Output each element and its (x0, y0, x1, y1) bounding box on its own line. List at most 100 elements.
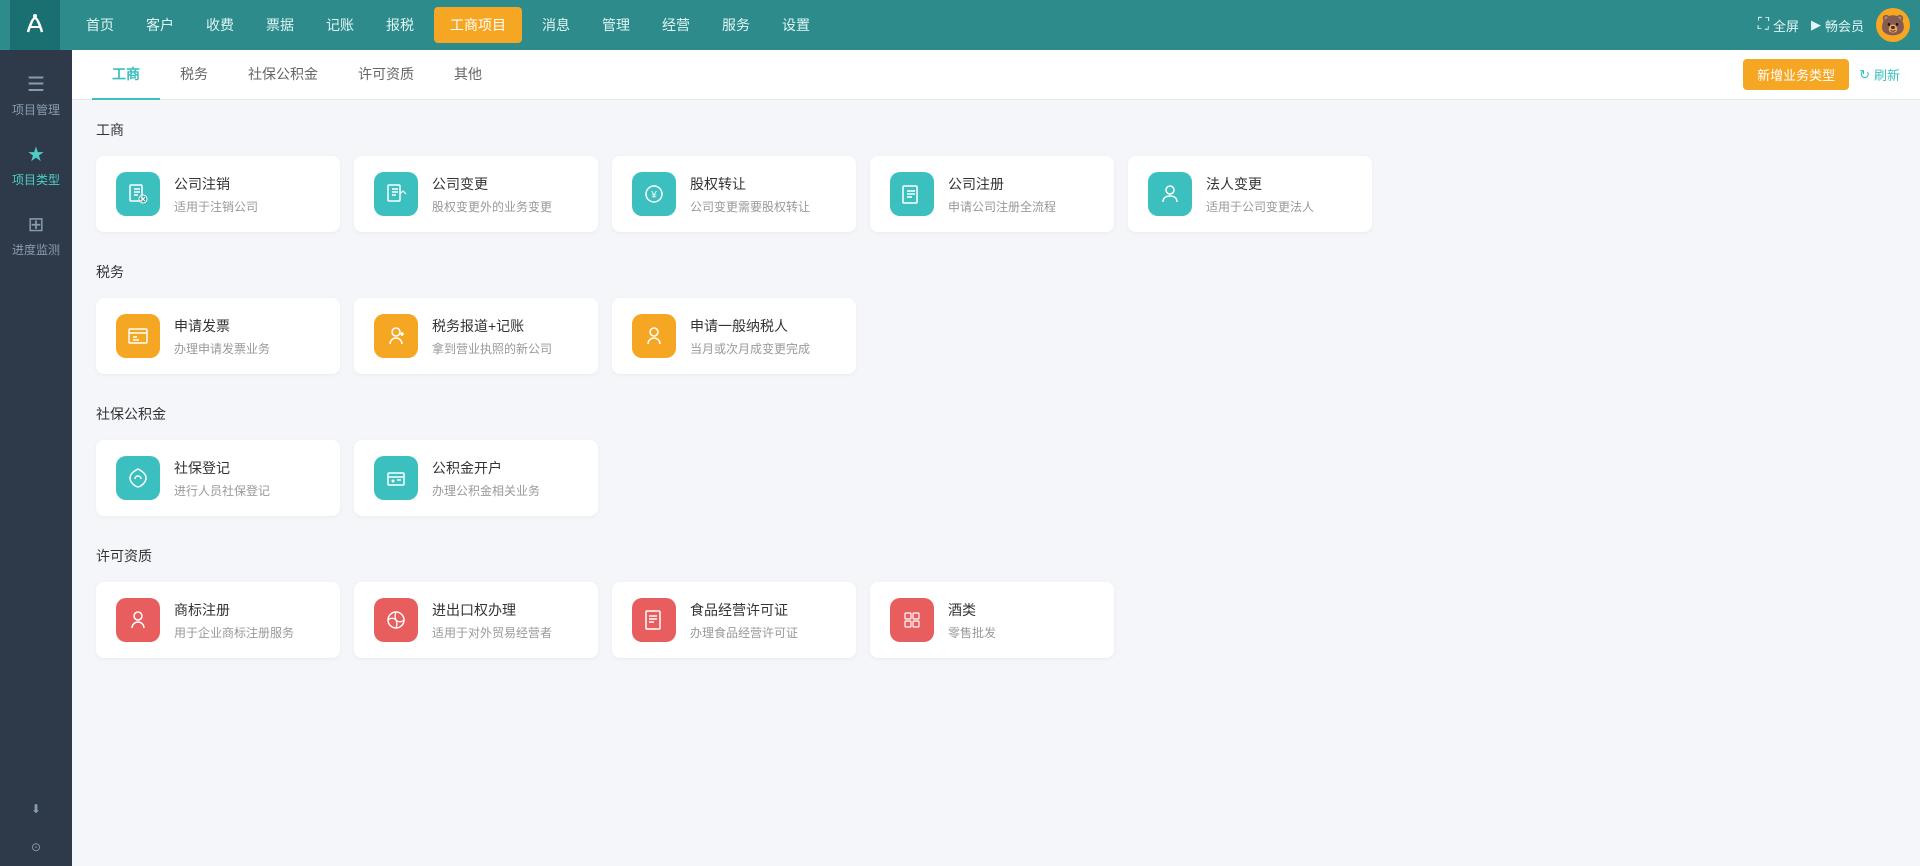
fullscreen-label: 全屏 (1773, 16, 1799, 35)
nav-settings[interactable]: 设置 (766, 0, 826, 50)
card-trademark[interactable]: 商标注册 用于企业商标注册服务 (96, 582, 340, 658)
nav-operation[interactable]: 经营 (646, 0, 706, 50)
card-icon-company-cancel (116, 172, 160, 216)
nav-home[interactable]: 首页 (70, 0, 130, 50)
card-title-alcohol: 酒类 (948, 600, 996, 620)
refresh-icon: ↻ (1859, 67, 1870, 83)
card-text-import-export: 进出口权办理 适用于对外贸易经营者 (432, 600, 552, 641)
card-icon-company-register (890, 172, 934, 216)
card-title-trademark: 商标注册 (174, 600, 294, 620)
refresh-button[interactable]: ↻ 刷新 (1859, 65, 1900, 84)
card-text-trademark: 商标注册 用于企业商标注册服务 (174, 600, 294, 641)
card-title-food-license: 食品经营许可证 (690, 600, 798, 620)
nav-industrial[interactable]: 工商项目 (434, 7, 522, 43)
nav-invoice[interactable]: 票据 (250, 0, 310, 50)
card-title-provident-fund: 公积金开户 (432, 458, 540, 478)
card-text-legal-change: 法人变更 适用于公司变更法人 (1206, 174, 1314, 215)
vip-button[interactable]: ▶ 畅会员 (1811, 16, 1864, 35)
card-provident-fund[interactable]: 公积金开户 办理公积金相关业务 (354, 440, 598, 516)
card-desc-alcohol: 零售批发 (948, 624, 996, 641)
card-import-export[interactable]: 进出口权办理 适用于对外贸易经营者 (354, 582, 598, 658)
card-legal-change[interactable]: 法人变更 适用于公司变更法人 (1128, 156, 1372, 232)
card-desc-tax-accounting: 拿到营业执照的新公司 (432, 340, 552, 357)
card-text-alcohol: 酒类 零售批发 (948, 600, 996, 641)
tab-industrial[interactable]: 工商 (92, 50, 160, 100)
nav-menu: 首页 客户 收费 票据 记账 报税 工商项目 消息 管理 经营 服务 设置 (70, 0, 1758, 50)
fullscreen-icon: ⛶ (1758, 16, 1769, 34)
card-icon-import-export (374, 598, 418, 642)
avatar[interactable]: 🐻 (1876, 8, 1910, 42)
card-company-cancel[interactable]: 公司注销 适用于注销公司 (96, 156, 340, 232)
card-desc-equity-transfer: 公司变更需要股权转让 (690, 198, 810, 215)
sidebar: ☰ 项目管理 ★ 项目类型 ⊞ 进度监测 ⬇ ⊙ (0, 50, 72, 866)
card-title-company-cancel: 公司注销 (174, 174, 258, 194)
card-text-company-change: 公司变更 股权变更外的业务变更 (432, 174, 552, 215)
section-title-social: 社保公积金 (96, 404, 1896, 424)
card-title-social-register: 社保登记 (174, 458, 270, 478)
add-type-button[interactable]: 新增业务类型 (1743, 59, 1849, 90)
card-general-taxpayer[interactable]: 申请一般纳税人 当月或次月成变更完成 (612, 298, 856, 374)
sidebar-location[interactable]: ⊙ (0, 828, 72, 866)
tab-social-security[interactable]: 社保公积金 (228, 50, 338, 100)
card-text-tax-accounting: 税务报道+记账 拿到营业执照的新公司 (432, 316, 552, 357)
card-equity-transfer[interactable]: ¥ 股权转让 公司变更需要股权转让 (612, 156, 856, 232)
card-text-equity-transfer: 股权转让 公司变更需要股权转让 (690, 174, 810, 215)
card-desc-company-change: 股权变更外的业务变更 (432, 198, 552, 215)
scroll-content: 工商 公司注销 适用于注销公司 (72, 100, 1920, 866)
sidebar-label-project-management: 项目管理 (12, 101, 60, 118)
sidebar-download[interactable]: ⬇ (0, 790, 72, 828)
card-icon-food-license (632, 598, 676, 642)
card-desc-company-register: 申请公司注册全流程 (948, 198, 1056, 215)
card-food-license[interactable]: 食品经营许可证 办理食品经营许可证 (612, 582, 856, 658)
nav-tax[interactable]: 报税 (370, 0, 430, 50)
nav-customer[interactable]: 客户 (130, 0, 190, 50)
nav-message[interactable]: 消息 (526, 0, 586, 50)
list-icon: ☰ (27, 72, 45, 97)
card-desc-import-export: 适用于对外贸易经营者 (432, 624, 552, 641)
main-layout: ☰ 项目管理 ★ 项目类型 ⊞ 进度监测 ⬇ ⊙ 工商 税务 社保公积金 许可资… (0, 50, 1920, 866)
sidebar-item-progress[interactable]: ⊞ 进度监测 (0, 200, 72, 270)
tab-tax[interactable]: 税务 (160, 50, 228, 100)
card-text-general-taxpayer: 申请一般纳税人 当月或次月成变更完成 (690, 316, 810, 357)
card-desc-provident-fund: 办理公积金相关业务 (432, 482, 540, 499)
sidebar-item-project-management[interactable]: ☰ 项目管理 (0, 60, 72, 130)
app-logo (10, 0, 60, 50)
star-icon: ★ (27, 142, 45, 167)
card-company-change[interactable]: 公司变更 股权变更外的业务变更 (354, 156, 598, 232)
card-desc-social-register: 进行人员社保登记 (174, 482, 270, 499)
card-alcohol[interactable]: 酒类 零售批发 (870, 582, 1114, 658)
nav-service[interactable]: 服务 (706, 0, 766, 50)
card-title-general-taxpayer: 申请一般纳税人 (690, 316, 810, 336)
nav-right-actions: ⛶ 全屏 ▶ 畅会员 🐻 (1758, 8, 1910, 42)
card-text-company-register: 公司注册 申请公司注册全流程 (948, 174, 1056, 215)
tabs-bar: 工商 税务 社保公积金 许可资质 其他 新增业务类型 ↻ 刷新 (72, 50, 1920, 100)
section-title-license: 许可资质 (96, 546, 1896, 566)
sidebar-bottom: ⬇ ⊙ (0, 790, 72, 866)
sidebar-label-project-type: 项目类型 (12, 171, 60, 188)
tab-actions: 新增业务类型 ↻ 刷新 (1743, 59, 1900, 90)
card-desc-legal-change: 适用于公司变更法人 (1206, 198, 1314, 215)
card-social-register[interactable]: 社保登记 进行人员社保登记 (96, 440, 340, 516)
nav-billing[interactable]: 收费 (190, 0, 250, 50)
cards-grid-license: 商标注册 用于企业商标注册服务 进出口权办理 适用于对外贸易经 (96, 582, 1896, 658)
card-icon-general-taxpayer (632, 314, 676, 358)
card-desc-general-taxpayer: 当月或次月成变更完成 (690, 340, 810, 357)
card-apply-invoice[interactable]: 申请发票 办理申请发票业务 (96, 298, 340, 374)
tab-license[interactable]: 许可资质 (338, 50, 434, 100)
card-icon-provident-fund (374, 456, 418, 500)
card-company-register[interactable]: 公司注册 申请公司注册全流程 (870, 156, 1114, 232)
section-title-tax: 税务 (96, 262, 1896, 282)
tab-other[interactable]: 其他 (434, 50, 502, 100)
card-text-social-register: 社保登记 进行人员社保登记 (174, 458, 270, 499)
grid-icon: ⊞ (28, 212, 45, 237)
card-icon-company-change (374, 172, 418, 216)
fullscreen-button[interactable]: ⛶ 全屏 (1758, 16, 1799, 35)
card-text-company-cancel: 公司注销 适用于注销公司 (174, 174, 258, 215)
nav-manage[interactable]: 管理 (586, 0, 646, 50)
cards-grid-tax: 申请发票 办理申请发票业务 税务报道+记账 拿到营业执照的新公 (96, 298, 1896, 374)
card-icon-social-register (116, 456, 160, 500)
nav-accounting[interactable]: 记账 (310, 0, 370, 50)
sidebar-item-project-type[interactable]: ★ 项目类型 (0, 130, 72, 200)
svg-text:¥: ¥ (650, 190, 657, 201)
card-tax-accounting[interactable]: 税务报道+记账 拿到营业执照的新公司 (354, 298, 598, 374)
